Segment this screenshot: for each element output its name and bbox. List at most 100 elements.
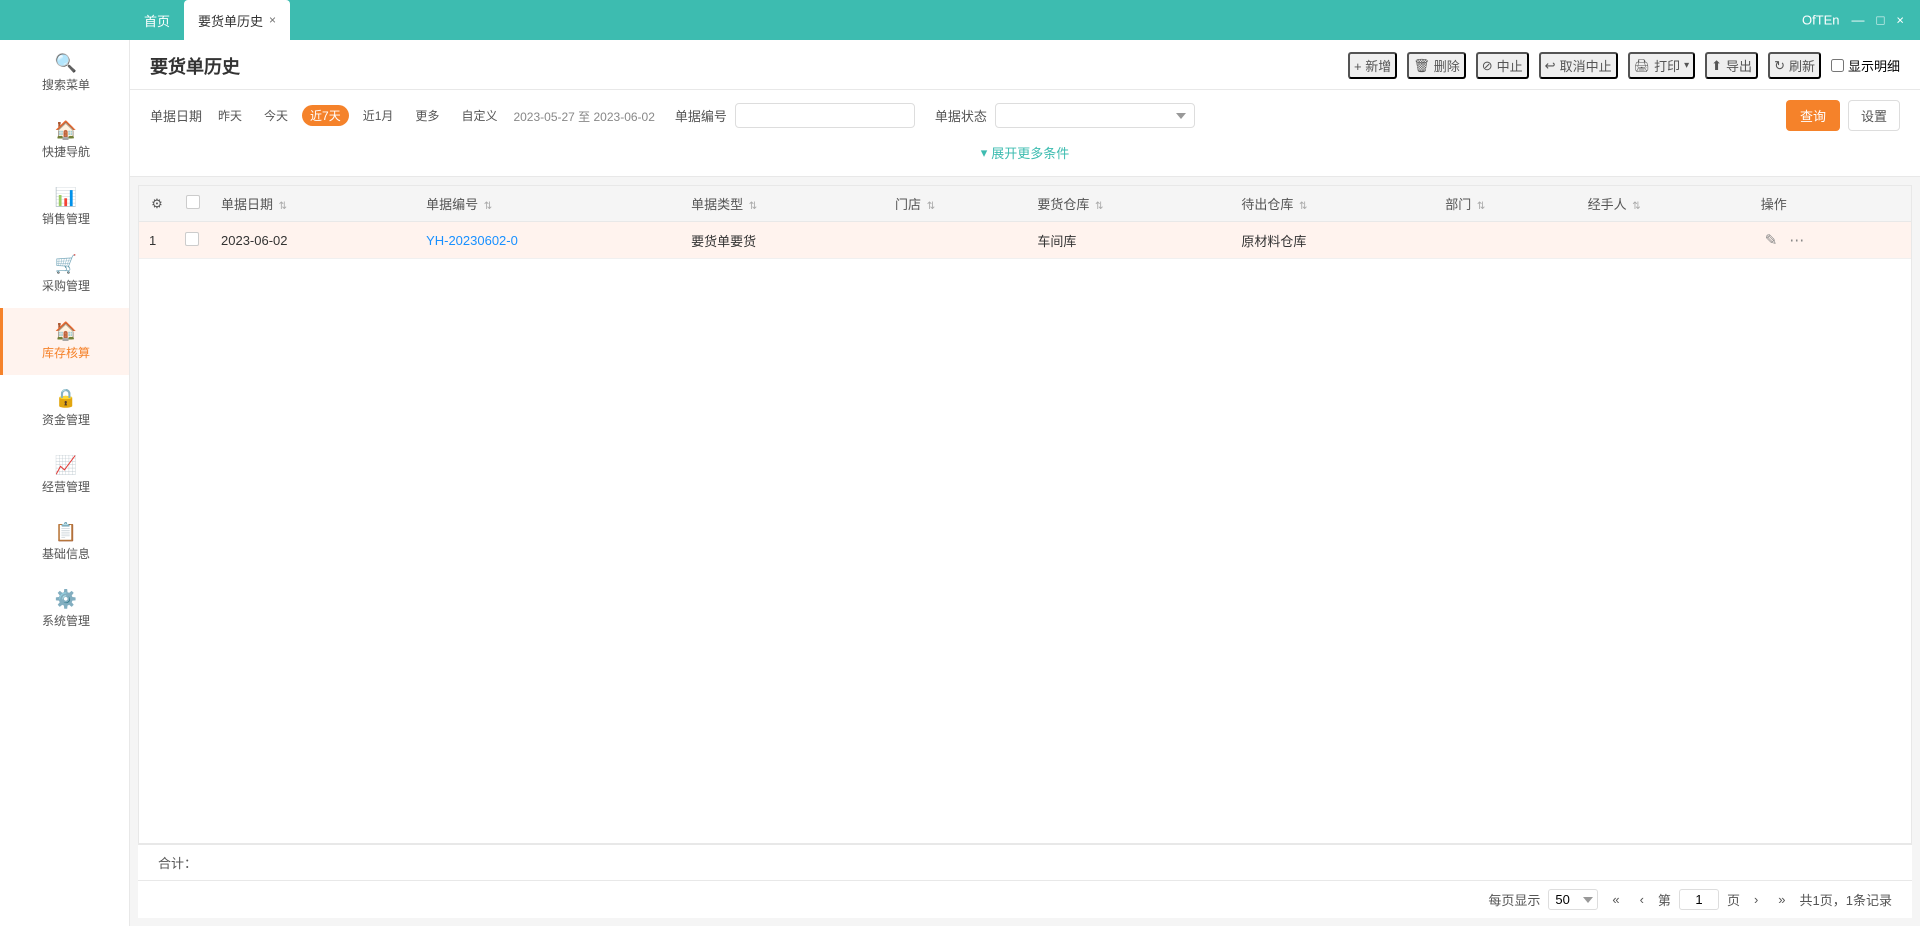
top-bar: 首页 要货单历史 × OfTEn — □ × bbox=[0, 0, 1920, 40]
first-page-btn[interactable]: « bbox=[1606, 890, 1625, 909]
th-handler: 经手人 ⇅ bbox=[1578, 186, 1751, 222]
td-ops: ✎ ⋯ bbox=[1751, 222, 1911, 259]
tab-close-icon[interactable]: × bbox=[269, 13, 276, 27]
sort-icon-req-warehouse[interactable]: ⇅ bbox=[1095, 201, 1103, 212]
total-records-label: 共1页，1条记录 bbox=[1800, 890, 1892, 909]
settings-icon: ⚙ bbox=[151, 196, 163, 211]
bill-status-select[interactable] bbox=[995, 103, 1195, 128]
sidebar-item-quick-nav[interactable]: 🏠 快捷导航 bbox=[0, 107, 129, 174]
show-detail-checkbox[interactable] bbox=[1831, 59, 1844, 72]
basic-info-icon: 📋 bbox=[55, 523, 77, 541]
search-menu-icon: 🔍 bbox=[55, 54, 77, 72]
table-footer: 合计： bbox=[138, 844, 1912, 880]
sidebar-item-finance-mgmt[interactable]: 🔒 资金管理 bbox=[0, 375, 129, 442]
td-date: 2023-06-02 bbox=[211, 222, 416, 259]
tab-bill-history[interactable]: 要货单历史 × bbox=[184, 0, 290, 40]
page-input[interactable] bbox=[1679, 889, 1719, 910]
sort-icon-pending-warehouse[interactable]: ⇅ bbox=[1299, 201, 1307, 212]
date-option-7days[interactable]: 近7天 bbox=[302, 105, 349, 126]
th-checkbox[interactable] bbox=[175, 186, 211, 222]
print-button[interactable]: 🖨 打印 ▾ bbox=[1628, 52, 1696, 79]
date-option-custom[interactable]: 自定义 bbox=[453, 105, 505, 126]
delete-button[interactable]: 🗑 删除 bbox=[1407, 52, 1466, 79]
row-checkbox[interactable] bbox=[185, 232, 199, 246]
td-dept bbox=[1435, 222, 1577, 259]
cancel-stop-icon: ↩ bbox=[1545, 58, 1556, 74]
page-title: 要货单历史 bbox=[150, 53, 240, 79]
refresh-icon: ↻ bbox=[1774, 58, 1785, 74]
page-suffix: 页 bbox=[1727, 890, 1740, 909]
sidebar-item-sales-mgmt[interactable]: 📊 销售管理 bbox=[0, 174, 129, 241]
sort-icon-store[interactable]: ⇅ bbox=[927, 201, 935, 212]
per-page-label: 每页显示 bbox=[1488, 890, 1540, 909]
minimize-btn[interactable]: — bbox=[1852, 13, 1865, 28]
inventory-icon: 🏠 bbox=[55, 322, 77, 340]
td-store bbox=[885, 222, 1027, 259]
sidebar-item-search-menu[interactable]: 🔍 搜索菜单 bbox=[0, 40, 129, 107]
bill-no-link[interactable]: YH-20230602-0 bbox=[426, 233, 518, 248]
export-icon: ⬆ bbox=[1711, 58, 1722, 74]
settings-button[interactable]: 设置 bbox=[1848, 100, 1900, 131]
th-req-warehouse: 要货仓库 ⇅ bbox=[1027, 186, 1231, 222]
data-table: ⚙ 单据日期 ⇅ 单据编号 ⇅ bbox=[139, 186, 1911, 259]
sort-icon-date[interactable]: ⇅ bbox=[279, 201, 287, 212]
sort-icon-dept[interactable]: ⇅ bbox=[1477, 201, 1485, 212]
sidebar-item-label: 资金管理 bbox=[42, 411, 90, 428]
sidebar-item-label: 搜索菜单 bbox=[42, 76, 90, 93]
sort-icon-handler[interactable]: ⇅ bbox=[1632, 201, 1640, 212]
new-button[interactable]: + 新增 bbox=[1348, 52, 1397, 79]
th-dept: 部门 ⇅ bbox=[1435, 186, 1577, 222]
select-all-checkbox[interactable] bbox=[186, 195, 200, 209]
edit-op-btn[interactable]: ✎ bbox=[1761, 229, 1782, 251]
td-bill-type: 要货单要货 bbox=[681, 222, 885, 259]
th-settings[interactable]: ⚙ bbox=[139, 186, 175, 222]
date-filter-label: 单据日期 bbox=[150, 106, 202, 125]
finance-icon: 🔒 bbox=[55, 389, 77, 407]
sidebar-item-ops-mgmt[interactable]: 📈 经营管理 bbox=[0, 442, 129, 509]
sidebar-item-inventory[interactable]: 🏠 库存核算 bbox=[0, 308, 129, 375]
more-op-btn[interactable]: ⋯ bbox=[1785, 229, 1808, 251]
sidebar-item-label: 采购管理 bbox=[42, 277, 90, 294]
expand-more-btn[interactable]: ▾ 展开更多条件 bbox=[150, 139, 1900, 166]
date-option-1month[interactable]: 近1月 bbox=[355, 105, 402, 126]
main-layout: 🔍 搜索菜单 🏠 快捷导航 📊 销售管理 🛒 采购管理 🏠 库存核算 🔒 资金管… bbox=[0, 40, 1920, 926]
maximize-btn[interactable]: □ bbox=[1877, 13, 1885, 28]
date-option-today[interactable]: 今天 bbox=[256, 105, 296, 126]
sales-icon: 📊 bbox=[55, 188, 77, 206]
td-checkbox[interactable] bbox=[175, 222, 211, 259]
table-row: 1 2023-06-02 YH-20230602-0 要货单要货 车间库 原材料… bbox=[139, 222, 1911, 259]
sidebar-item-basic-info[interactable]: 📋 基础信息 bbox=[0, 509, 129, 576]
sidebar: 🔍 搜索菜单 🏠 快捷导航 📊 销售管理 🛒 采购管理 🏠 库存核算 🔒 资金管… bbox=[0, 40, 130, 926]
sidebar-item-label: 销售管理 bbox=[42, 210, 90, 227]
stop-button[interactable]: ⊘ 中止 bbox=[1476, 52, 1529, 79]
last-page-btn[interactable]: » bbox=[1772, 890, 1791, 909]
th-bill-no: 单据编号 ⇅ bbox=[416, 186, 681, 222]
tab-home[interactable]: 首页 bbox=[130, 0, 184, 40]
close-btn[interactable]: × bbox=[1896, 13, 1904, 28]
prev-page-btn[interactable]: ‹ bbox=[1634, 890, 1650, 909]
date-option-more[interactable]: 更多 bbox=[407, 105, 447, 126]
table-container: ⚙ 单据日期 ⇅ 单据编号 ⇅ bbox=[138, 185, 1912, 844]
sort-icon-bill-type[interactable]: ⇅ bbox=[749, 201, 757, 212]
bill-no-input[interactable] bbox=[735, 103, 915, 128]
td-index: 1 bbox=[139, 222, 175, 259]
date-option-yesterday[interactable]: 昨天 bbox=[210, 105, 250, 126]
sort-icon-bill-no[interactable]: ⇅ bbox=[484, 201, 492, 212]
date-range-display: 2023-05-27 至 2023-06-02 bbox=[513, 108, 654, 125]
cancel-stop-button[interactable]: ↩ 取消中止 bbox=[1539, 52, 1618, 79]
sidebar-item-purchase-mgmt[interactable]: 🛒 采购管理 bbox=[0, 241, 129, 308]
bill-status-filter-group: 单据状态 bbox=[935, 103, 1195, 128]
sidebar-item-label: 库存核算 bbox=[42, 344, 90, 361]
sidebar-item-label: 系统管理 bbox=[42, 612, 90, 629]
next-page-btn[interactable]: › bbox=[1748, 890, 1764, 909]
query-button[interactable]: 查询 bbox=[1786, 100, 1840, 131]
th-ops: 操作 bbox=[1751, 186, 1911, 222]
refresh-button[interactable]: ↻ 刷新 bbox=[1768, 52, 1821, 79]
per-page-select[interactable]: 10 20 50 100 bbox=[1548, 889, 1598, 910]
ops-icon: 📈 bbox=[55, 456, 77, 474]
expand-more-icon: ▾ bbox=[981, 145, 988, 161]
sidebar-item-sys-mgmt[interactable]: ⚙️ 系统管理 bbox=[0, 576, 129, 643]
filter-actions: 查询 设置 bbox=[1786, 100, 1900, 131]
show-detail-checkbox-label[interactable]: 显示明细 bbox=[1831, 56, 1900, 75]
export-button[interactable]: ⬆ 导出 bbox=[1705, 52, 1758, 79]
